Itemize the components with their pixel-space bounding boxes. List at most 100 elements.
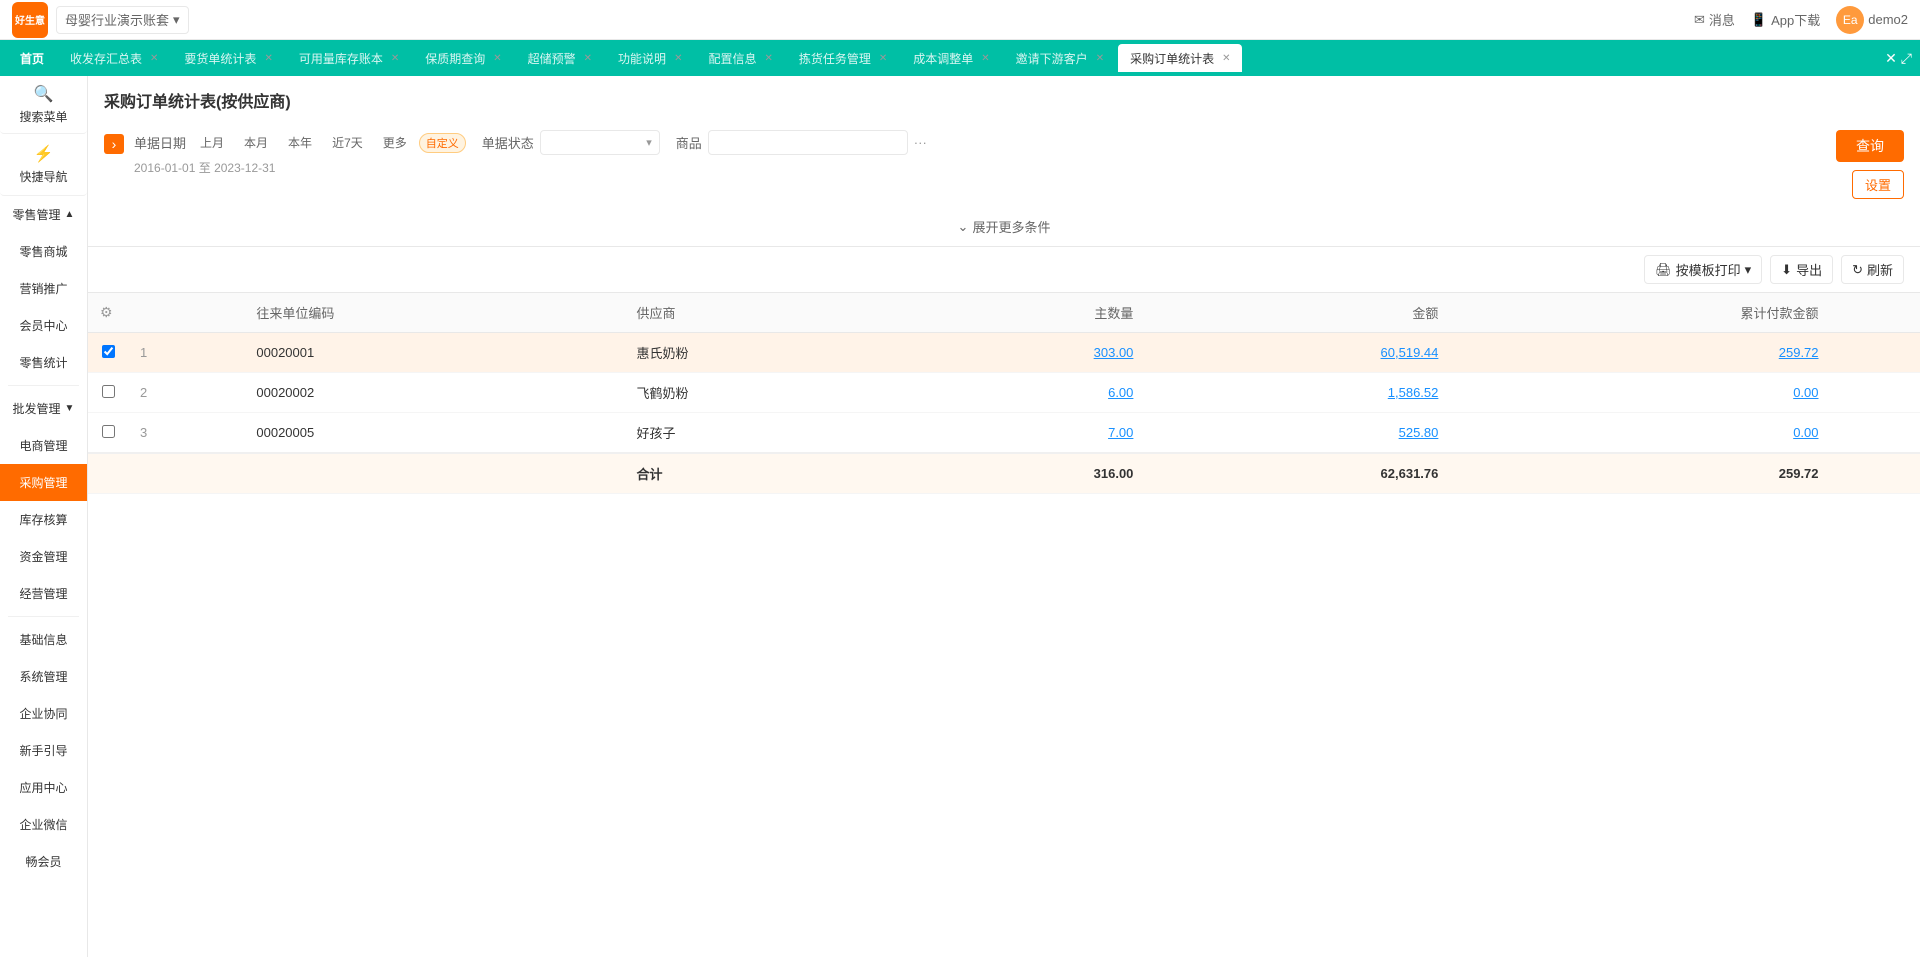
filter-row: 单据日期 上月 本月 本年 近7天 更多 自定义 单据状态 <box>134 130 1824 155</box>
expand-arrow-icon: ▲ <box>65 209 75 220</box>
sidebar-item-search[interactable]: 🔍 搜索菜单 <box>0 76 87 134</box>
row-checkbox[interactable] <box>88 413 128 454</box>
paid-amount-cell: 0.00 <box>1450 373 1830 413</box>
close-icon[interactable]: ✕ <box>264 53 272 64</box>
close-icon[interactable]: ✕ <box>674 53 682 64</box>
tab-peizhi[interactable]: 配置信息 ✕ <box>696 44 784 72</box>
table-settings-icon[interactable]: ⚙ <box>100 304 113 320</box>
collapse-button[interactable]: › <box>104 134 124 154</box>
sidebar-item-zero-sale[interactable]: 零售管理 ▲ <box>0 196 87 233</box>
tab-home[interactable]: 首页 <box>8 44 56 72</box>
date-option-more[interactable]: 更多 <box>375 132 415 153</box>
user-avatar-button[interactable]: Ea demo2 <box>1836 6 1908 34</box>
table-row: 3 00020005 好孩子 7.00 525.80 0.00 <box>88 413 1920 454</box>
sidebar-item-quick-nav[interactable]: ⚡ 快捷导航 <box>0 134 87 196</box>
footer-quantity: 316.00 <box>908 453 1146 494</box>
close-icon[interactable]: ✕ <box>879 53 887 64</box>
tab-baoyuqi[interactable]: 保质期查询 ✕ <box>413 44 513 72</box>
date-option-this-month[interactable]: 本月 <box>236 132 276 153</box>
sidebar-divider <box>8 385 79 386</box>
row-index: 2 <box>128 373 244 413</box>
quantity-col-header: 主数量 <box>908 293 1146 333</box>
amount-cell: 525.80 <box>1145 413 1450 454</box>
sidebar-item-capital[interactable]: 资金管理 <box>0 538 87 575</box>
date-option-last-month[interactable]: 上月 <box>192 132 232 153</box>
status-filter: 单据状态 <box>482 130 660 155</box>
tab-chaochuyujing[interactable]: 超储预警 ✕ <box>516 44 604 72</box>
sidebar-item-basic-info[interactable]: 基础信息 <box>0 621 87 658</box>
close-icon[interactable]: ✕ <box>981 53 989 64</box>
table-header-row: ⚙ 往来单位编码 供应商 主数量 金额 累计付款金额 <box>88 293 1920 333</box>
app-download-button[interactable]: 📱 App下载 <box>1751 10 1820 29</box>
date-display: 2016-01-01 至 2023-12-31 <box>134 159 1824 176</box>
tab-yaoqing[interactable]: 邀请下游客户 ✕ <box>1004 44 1116 72</box>
date-custom-tag[interactable]: 自定义 <box>419 133 466 153</box>
settings-button[interactable]: 设置 <box>1852 170 1904 199</box>
sidebar-item-cooperation[interactable]: 企业协同 <box>0 695 87 732</box>
sidebar-item-member[interactable]: 会员中心 <box>0 307 87 344</box>
sidebar-item-ecommerce[interactable]: 电商管理 <box>0 427 87 464</box>
sidebar-item-enterprise-wechat[interactable]: 企业微信 <box>0 806 87 843</box>
sidebar-item-app-center[interactable]: 应用中心 <box>0 769 87 806</box>
close-icon[interactable]: ✕ <box>584 53 592 64</box>
settings-col-header: ⚙ <box>88 293 128 333</box>
print-button[interactable]: 🖨 按模板打印 ▾ <box>1644 255 1762 284</box>
content-area: 采购订单统计表(按供应商) › 单据日期 上月 本月 本年 近7天 <box>88 76 1920 957</box>
supplier-code-cell: 00020005 <box>244 413 624 454</box>
paid-amount-col-header: 累计付款金额 <box>1450 293 1830 333</box>
table-toolbar: 🖨 按模板打印 ▾ ⬇ 导出 ↻ 刷新 <box>88 247 1920 293</box>
date-option-7days[interactable]: 近7天 <box>324 132 371 153</box>
goods-more-icon[interactable]: ··· <box>914 135 927 150</box>
message-button[interactable]: ✉ 消息 <box>1694 10 1735 29</box>
close-icon[interactable]: ✕ <box>1096 53 1104 64</box>
table-footer-row: 合计 316.00 62,631.76 259.72 <box>88 453 1920 494</box>
logo: 好生意 <box>12 2 48 38</box>
tab-actions: ✕ ⤢ <box>1885 50 1912 67</box>
date-option-this-year[interactable]: 本年 <box>280 132 320 153</box>
tab-gongnengshunming[interactable]: 功能说明 ✕ <box>606 44 694 72</box>
sidebar-item-system[interactable]: 系统管理 <box>0 658 87 695</box>
close-icon[interactable]: ✕ <box>764 53 772 64</box>
tab-caigou-active[interactable]: 采购订单统计表 ✕ <box>1118 44 1242 72</box>
sidebar-item-batch-mgmt[interactable]: 批发管理 ▼ <box>0 390 87 427</box>
sidebar-item-vip[interactable]: 畅会员 <box>0 843 87 880</box>
status-select[interactable] <box>540 130 660 155</box>
workspace-selector[interactable]: 母婴行业演示账套 ▾ <box>56 6 189 34</box>
close-icon[interactable]: ✕ <box>1222 53 1230 64</box>
supplier-code-cell: 00020002 <box>244 373 624 413</box>
tab-chengben[interactable]: 成本调整单 ✕ <box>901 44 1001 72</box>
table-row: 2 00020002 飞鹤奶粉 6.00 1,586.52 0.00 <box>88 373 1920 413</box>
extra-col-header <box>1831 293 1920 333</box>
close-icon[interactable]: ✕ <box>391 53 399 64</box>
close-icon[interactable]: ✕ <box>150 53 158 64</box>
row-checkbox[interactable] <box>88 333 128 373</box>
row-checkbox[interactable] <box>88 373 128 413</box>
sidebar-item-inventory[interactable]: 库存核算 <box>0 501 87 538</box>
close-icon[interactable]: ✕ <box>493 53 501 64</box>
expand-conditions-button[interactable]: ⌄ 展开更多条件 <box>950 213 1059 240</box>
tab-tuocang[interactable]: 拣货任务管理 ✕ <box>787 44 899 72</box>
sidebar-item-zero-stat[interactable]: 零售统计 <box>0 344 87 381</box>
footer-label: 合计 <box>625 453 908 494</box>
data-table: ⚙ 往来单位编码 供应商 主数量 金额 累计付款金额 1 <box>88 293 1920 494</box>
sidebar-item-operations[interactable]: 经营管理 <box>0 575 87 612</box>
sidebar-item-purchase[interactable]: 采购管理 <box>0 464 87 501</box>
sidebar-item-marketing[interactable]: 营销推广 <box>0 270 87 307</box>
sidebar-item-zero-shop[interactable]: 零售商城 <box>0 233 87 270</box>
amount-col-header: 金额 <box>1145 293 1450 333</box>
refresh-button[interactable]: ↻ 刷新 <box>1841 255 1904 284</box>
expand-icon[interactable]: ⤢ <box>1901 50 1912 67</box>
tab-shoufahuizonbiao[interactable]: 收发存汇总表 ✕ <box>58 44 170 72</box>
date-filter: 单据日期 上月 本月 本年 近7天 更多 自定义 <box>134 132 466 153</box>
tab-keyongliang[interactable]: 可用量库存账本 ✕ <box>287 44 411 72</box>
supplier-name-cell: 惠氏奶粉 <box>625 333 908 373</box>
query-button[interactable]: 查询 <box>1836 130 1904 162</box>
goods-input[interactable] <box>708 130 908 155</box>
close-all-icon[interactable]: ✕ <box>1885 50 1897 67</box>
table-row: 1 00020001 惠氏奶粉 303.00 60,519.44 259.72 <box>88 333 1920 373</box>
dropdown-arrow-icon: ▾ <box>1745 262 1752 278</box>
tab-yaohuodantongjibiao[interactable]: 要货单统计表 ✕ <box>172 44 284 72</box>
table-container: ⚙ 往来单位编码 供应商 主数量 金额 累计付款金额 1 <box>88 293 1920 957</box>
sidebar-item-newbie[interactable]: 新手引导 <box>0 732 87 769</box>
export-button[interactable]: ⬇ 导出 <box>1770 255 1833 284</box>
